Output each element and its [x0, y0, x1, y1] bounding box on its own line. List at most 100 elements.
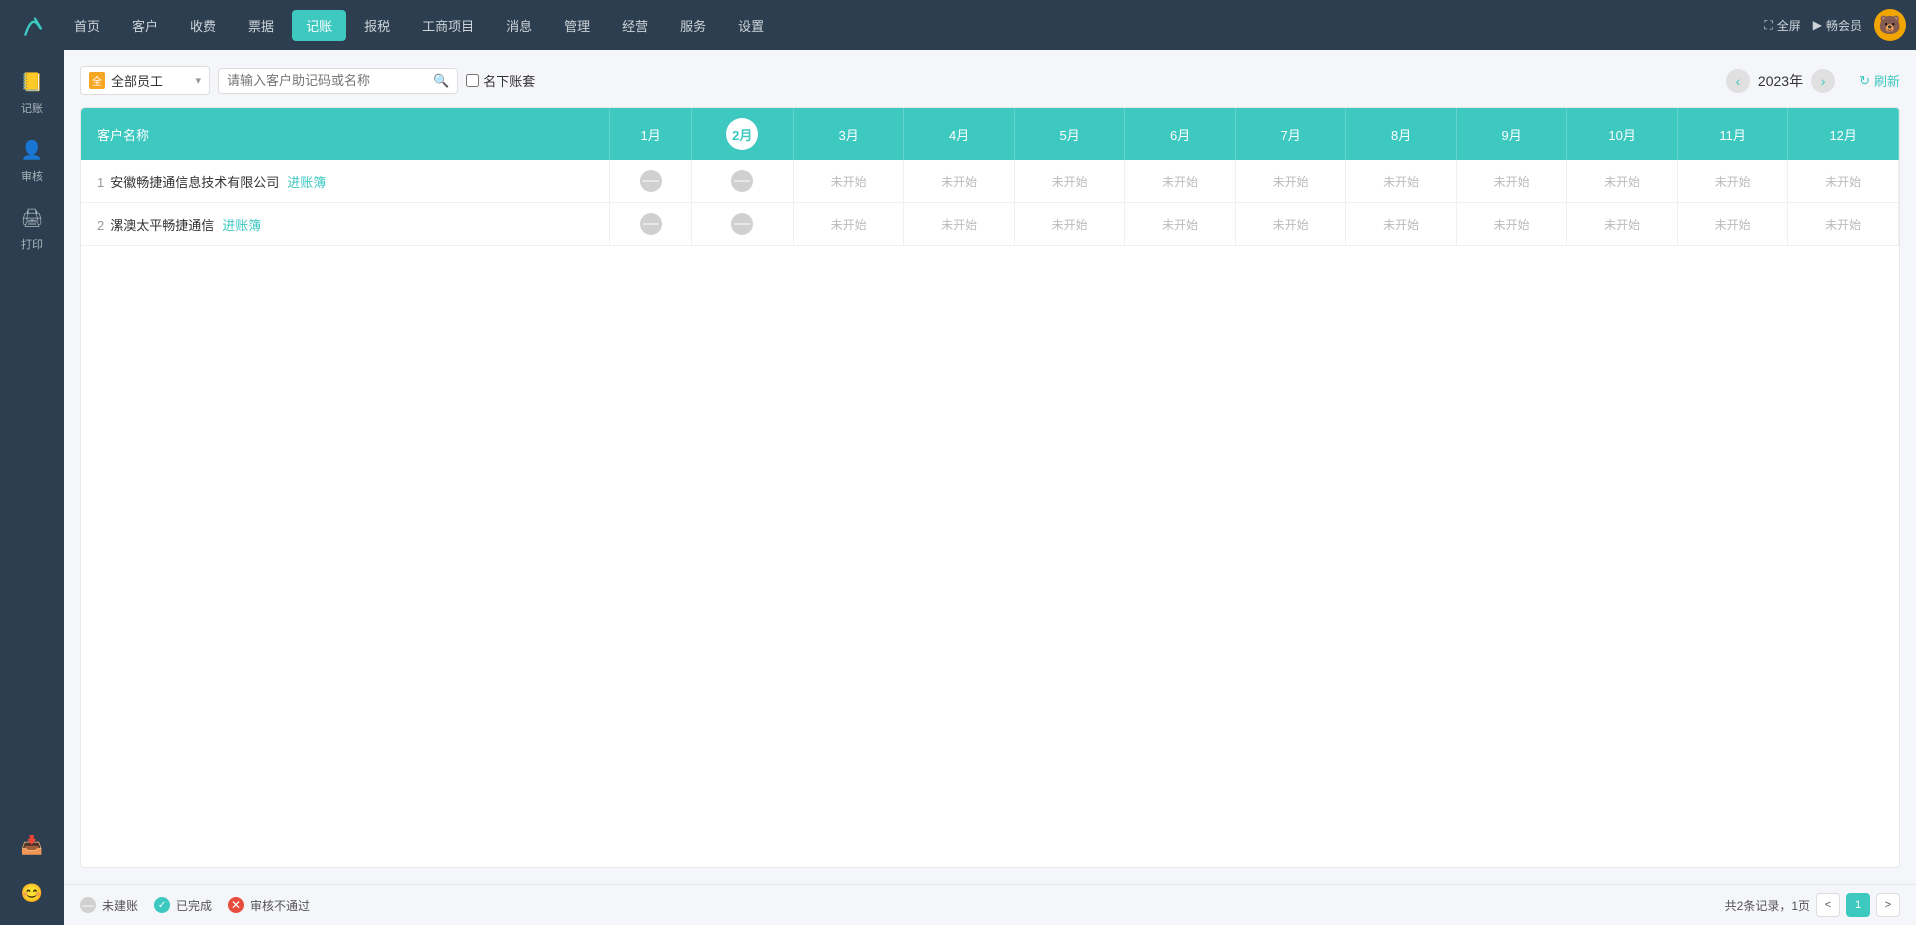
legend-not-started-label: 未建账 [102, 897, 138, 914]
table-row: 1安徽畅捷通信息技术有限公司进账簿——未开始未开始未开始未开始未开始未开始未开始… [81, 160, 1899, 203]
nav-item-票据[interactable]: 票据 [234, 10, 288, 41]
sidebar-label-审核: 审核 [21, 168, 43, 184]
col-header-m9: 9月 [1456, 108, 1567, 160]
nav-item-工商项目[interactable]: 工商项目 [408, 10, 488, 41]
my-accounts-checkbox[interactable] [466, 74, 479, 87]
cell-m9: 未开始 [1456, 160, 1567, 203]
status-not-started: 未开始 [1715, 175, 1751, 189]
status-not-started: 未开始 [941, 218, 977, 232]
col-header-m3: 3月 [793, 108, 904, 160]
nav-item-客户[interactable]: 客户 [118, 10, 172, 41]
toolbar: 全 全部员工 ▾ 🔍 名下账套 ‹ 2023年 › [80, 66, 1900, 95]
sidebar-label-打印: 打印 [21, 236, 43, 252]
nav-item-收费[interactable]: 收费 [176, 10, 230, 41]
search-icon[interactable]: 🔍 [433, 73, 449, 89]
col-header-m6: 6月 [1125, 108, 1236, 160]
sidebar-item-审核[interactable]: 👤审核 [4, 128, 60, 192]
col-header-m7: 7月 [1235, 108, 1346, 160]
employee-icon: 全 [89, 72, 105, 89]
sidebar-bottom-item-1[interactable]: 😊 [4, 871, 60, 915]
nav-items: 首页客户收费票据记账报税工商项目消息管理经营服务设置 [60, 10, 1764, 41]
col-header-m2: 2月 [691, 108, 793, 160]
cell-m8: 未开始 [1346, 203, 1457, 246]
cell-m5: 未开始 [1014, 203, 1125, 246]
cell-m9: 未开始 [1456, 203, 1567, 246]
col-header-m12: 12月 [1788, 108, 1899, 160]
prev-page-button[interactable]: < [1816, 893, 1840, 917]
prev-year-button[interactable]: ‹ [1726, 69, 1750, 93]
col-header-m8: 8月 [1346, 108, 1457, 160]
pagination: 共2条记录，1页 < 1 > [1725, 893, 1900, 917]
next-page-button[interactable]: > [1876, 893, 1900, 917]
cell-m2: — [691, 203, 793, 246]
row-name-cell: 1安徽畅捷通信息技术有限公司进账簿 [81, 160, 610, 203]
status-not-started: 未开始 [1273, 218, 1309, 232]
cell-m6: 未开始 [1125, 203, 1236, 246]
cell-m6: 未开始 [1125, 160, 1236, 203]
status-not-started: 未开始 [1052, 175, 1088, 189]
status-minus-icon: — [731, 170, 753, 192]
col-header-m11: 11月 [1677, 108, 1788, 160]
nav-item-记账[interactable]: 记账 [292, 10, 346, 41]
cell-m8: 未开始 [1346, 160, 1457, 203]
nav-item-设置[interactable]: 设置 [724, 10, 778, 41]
member-button[interactable]: ▶ 畅会员 [1813, 17, 1862, 34]
row-num: 1 [97, 175, 104, 190]
row-name-cell: 2 漯澳太平畅捷通信进账簿 [81, 203, 610, 246]
sidebar-bottom-item-0[interactable]: 📥 [4, 823, 60, 867]
sidebar-icon-打印: 🖨 [18, 204, 46, 232]
refresh-button[interactable]: ↻ 刷新 [1859, 71, 1900, 90]
employee-select[interactable]: 全 全部员工 ▾ [80, 66, 210, 95]
checkbox-wrap[interactable]: 名下账套 [466, 71, 535, 90]
legend-completed: ✓ 已完成 [154, 897, 212, 914]
enter-account-link[interactable]: 进账簿 [287, 175, 326, 190]
col-header-m10: 10月 [1567, 108, 1678, 160]
nav-item-报税[interactable]: 报税 [350, 10, 404, 41]
chevron-down-icon: ▾ [195, 74, 201, 87]
checkbox-label: 名下账套 [483, 71, 535, 90]
cell-m7: 未开始 [1235, 160, 1346, 203]
nav-item-服务[interactable]: 服务 [666, 10, 720, 41]
cell-m4: 未开始 [904, 203, 1015, 246]
status-not-started: 未开始 [831, 218, 867, 232]
legend-not-started: — 未建账 [80, 897, 138, 914]
search-input[interactable] [227, 73, 427, 88]
status-not-started: 未开始 [1162, 175, 1198, 189]
nav-item-管理[interactable]: 管理 [550, 10, 604, 41]
legend-rejected-label: 审核不通过 [250, 897, 310, 914]
fullscreen-button[interactable]: ⛶ 全屏 [1764, 17, 1800, 34]
app-logo [10, 0, 60, 50]
avatar[interactable]: 🐻 [1874, 9, 1906, 41]
cell-m3: 未开始 [793, 203, 904, 246]
fullscreen-label: 全屏 [1777, 17, 1801, 34]
status-not-started: 未开始 [1383, 218, 1419, 232]
nav-item-首页[interactable]: 首页 [60, 10, 114, 41]
refresh-icon: ↻ [1859, 73, 1870, 89]
sidebar-item-记账[interactable]: 📒记账 [4, 60, 60, 124]
company-name: 漯澳太平畅捷通信 [110, 218, 214, 233]
cell-m10: 未开始 [1567, 203, 1678, 246]
legend-completed-label: 已完成 [176, 897, 212, 914]
completed-icon: ✓ [154, 897, 170, 913]
cell-m12: 未开始 [1788, 203, 1899, 246]
current-page-button[interactable]: 1 [1846, 893, 1870, 917]
nav-item-消息[interactable]: 消息 [492, 10, 546, 41]
table-header: 客户名称1月2月3月4月5月6月7月8月9月10月11月12月 [81, 108, 1899, 160]
next-year-button[interactable]: › [1811, 69, 1835, 93]
table-body: 1安徽畅捷通信息技术有限公司进账簿——未开始未开始未开始未开始未开始未开始未开始… [81, 160, 1899, 246]
cell-m7: 未开始 [1235, 203, 1346, 246]
status-not-started: 未开始 [1494, 218, 1530, 232]
col-header-m5: 5月 [1014, 108, 1125, 160]
col-header-m1: 1月 [610, 108, 691, 160]
member-icon: ▶ [1813, 18, 1822, 32]
employee-label: 全部员工 [111, 71, 189, 90]
status-not-started: 未开始 [1273, 175, 1309, 189]
page-info: 共2条记录，1页 [1725, 897, 1810, 914]
cell-m1: — [610, 160, 691, 203]
sidebar-bottom: 📥😊 [4, 823, 60, 915]
sidebar-item-打印[interactable]: 🖨 打印 [4, 196, 60, 260]
main-layout: 📒记账👤审核 🖨 打印 📥😊 全 全部员工 ▾ 🔍 名下账套 [0, 50, 1916, 925]
row-num: 2 [97, 218, 104, 233]
nav-item-经营[interactable]: 经营 [608, 10, 662, 41]
enter-account-link[interactable]: 进账簿 [222, 218, 261, 233]
